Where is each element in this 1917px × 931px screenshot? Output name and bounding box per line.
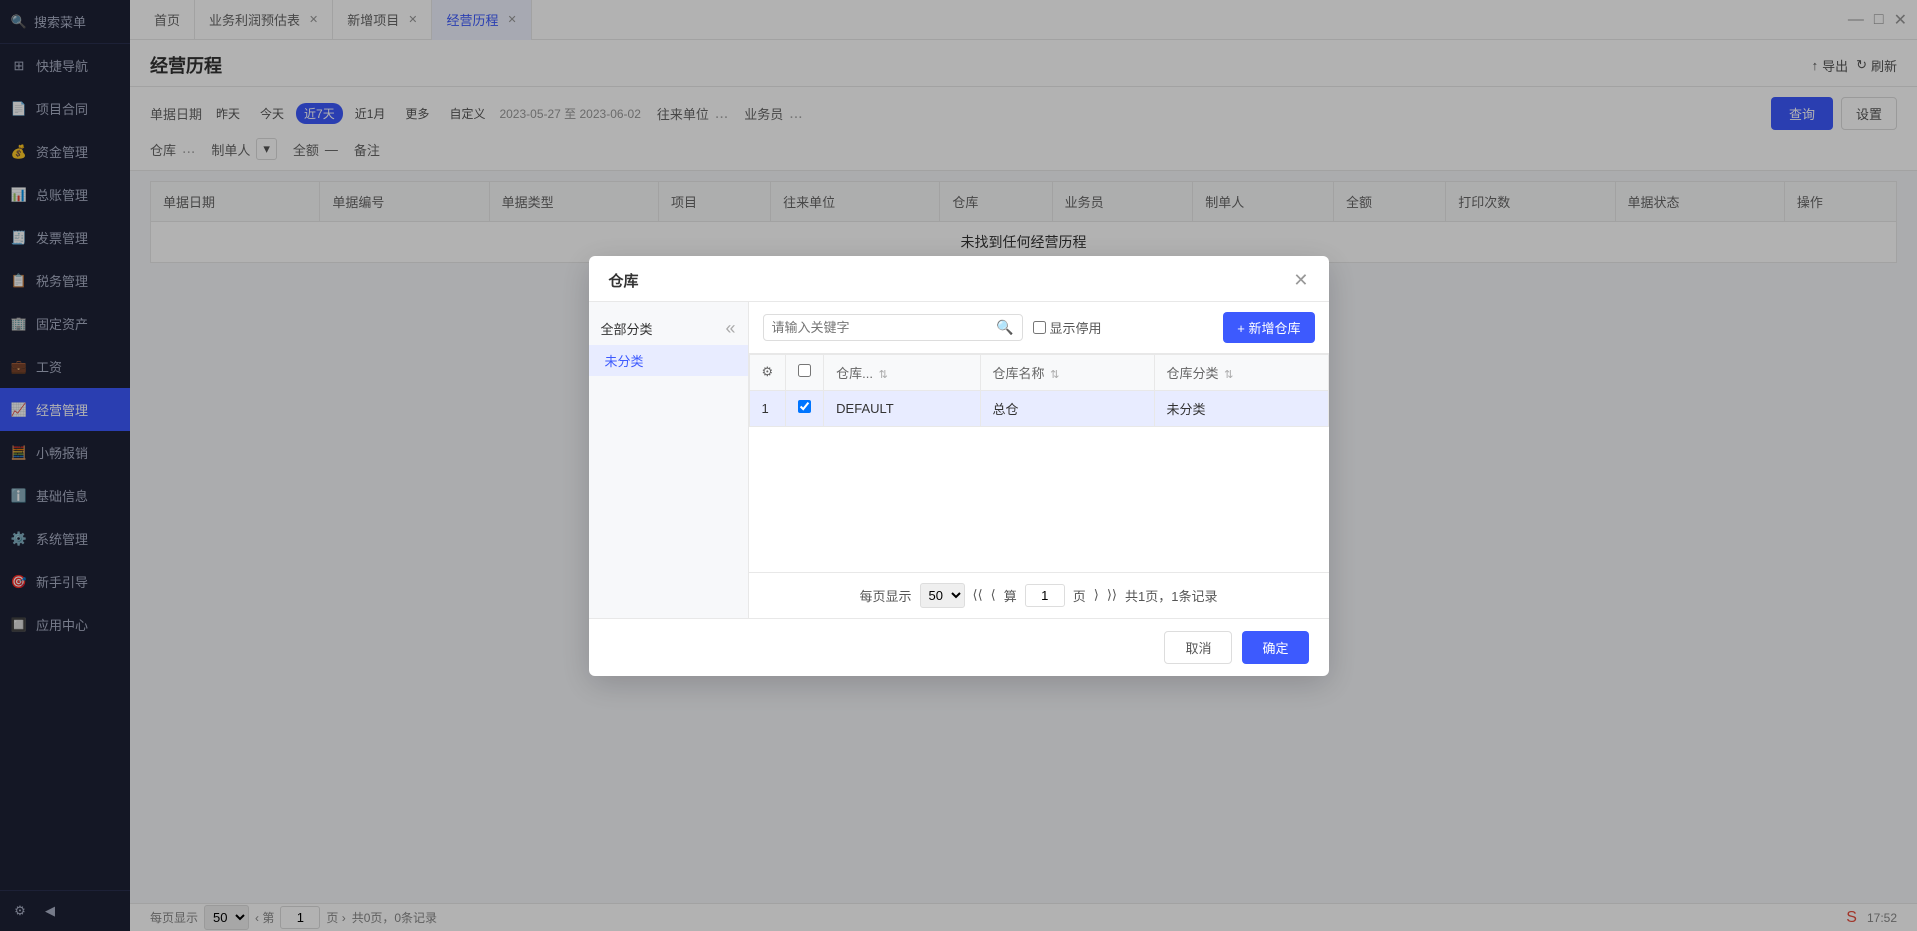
modal-first-btn[interactable]: ⟨⟨ bbox=[973, 587, 983, 603]
modal-warehouse-table: ⚙ 仓库... ⇅ 仓库名称 bbox=[749, 354, 1329, 427]
modal-actions: 取消 确定 bbox=[589, 618, 1329, 676]
row-category: 未分类 bbox=[1154, 390, 1328, 426]
modal-page-input[interactable] bbox=[1025, 584, 1065, 607]
modal-body: 全部分类 « 未分类 🔍 bbox=[589, 302, 1329, 618]
category-header[interactable]: 全部分类 « bbox=[589, 312, 748, 345]
sort-icon-3: ⇅ bbox=[1224, 369, 1233, 381]
modal-pagination: 每页显示 50 ⟨⟨ ⟨ 算 页 ⟩ ⟩⟩ 共1页，1条记录 bbox=[749, 572, 1329, 618]
category-label: 未分类 bbox=[605, 354, 644, 369]
row-name: 总仓 bbox=[980, 390, 1154, 426]
show-disabled-label: 显示停用 bbox=[1050, 318, 1102, 337]
row-checkbox[interactable] bbox=[798, 400, 811, 413]
th-warehouse-name: 仓库名称 ⇅ bbox=[980, 354, 1154, 390]
modal-calc-label: 算 bbox=[1004, 586, 1017, 605]
modal-overlay: 仓库 ✕ 全部分类 « 未分类 bbox=[0, 0, 1917, 931]
modal-last-btn[interactable]: ⟩⟩ bbox=[1107, 587, 1117, 603]
modal-search-box: 🔍 bbox=[763, 314, 1023, 341]
sort-icon: ⇅ bbox=[879, 369, 888, 381]
modal-page-suffix: 页 bbox=[1073, 586, 1086, 605]
row-checkbox-cell bbox=[786, 390, 824, 426]
category-header-label: 全部分类 bbox=[601, 319, 653, 338]
modal-search-input[interactable] bbox=[772, 320, 997, 335]
modal-per-page-select[interactable]: 50 bbox=[920, 583, 965, 608]
confirm-button[interactable]: 确定 bbox=[1242, 631, 1308, 664]
modal-total: 共1页，1条记录 bbox=[1125, 586, 1217, 605]
modal-title: 仓库 bbox=[609, 270, 639, 291]
show-disabled-checkbox-label[interactable]: 显示停用 bbox=[1033, 318, 1102, 337]
modal-next-btn[interactable]: ⟩ bbox=[1094, 587, 1099, 603]
th-warehouse-code: 仓库... ⇅ bbox=[824, 354, 980, 390]
modal-category-sidebar: 全部分类 « 未分类 bbox=[589, 302, 749, 618]
select-all-checkbox[interactable] bbox=[798, 364, 811, 377]
modal-header: 仓库 ✕ bbox=[589, 256, 1329, 302]
search-icon[interactable]: 🔍 bbox=[996, 319, 1013, 336]
modal-prev-btn[interactable]: ⟨ bbox=[991, 587, 996, 603]
modal-per-page-label: 每页显示 bbox=[860, 586, 912, 605]
gear-icon[interactable]: ⚙ bbox=[762, 364, 774, 379]
row-code: DEFAULT bbox=[824, 390, 980, 426]
cancel-button[interactable]: 取消 bbox=[1164, 631, 1232, 664]
sidebar-collapse-icon[interactable]: « bbox=[725, 318, 735, 339]
th-warehouse-category: 仓库分类 ⇅ bbox=[1154, 354, 1328, 390]
th-select-all bbox=[786, 354, 824, 390]
modal-main-content: 🔍 显示停用 + 新增仓库 ⚙ bbox=[749, 302, 1329, 618]
category-item-unclassified[interactable]: 未分类 bbox=[589, 345, 748, 376]
modal-close-button[interactable]: ✕ bbox=[1293, 271, 1308, 289]
modal-table-wrap: ⚙ 仓库... ⇅ 仓库名称 bbox=[749, 354, 1329, 572]
show-disabled-checkbox[interactable] bbox=[1033, 321, 1046, 334]
row-index: 1 bbox=[749, 390, 786, 426]
modal-toolbar: 🔍 显示停用 + 新增仓库 bbox=[749, 302, 1329, 354]
add-warehouse-button[interactable]: + 新增仓库 bbox=[1223, 312, 1314, 343]
warehouse-modal: 仓库 ✕ 全部分类 « 未分类 bbox=[589, 256, 1329, 676]
sort-icon-2: ⇅ bbox=[1050, 369, 1059, 381]
table-row[interactable]: 1 DEFAULT 总仓 未分类 bbox=[749, 390, 1328, 426]
th-gear: ⚙ bbox=[749, 354, 786, 390]
